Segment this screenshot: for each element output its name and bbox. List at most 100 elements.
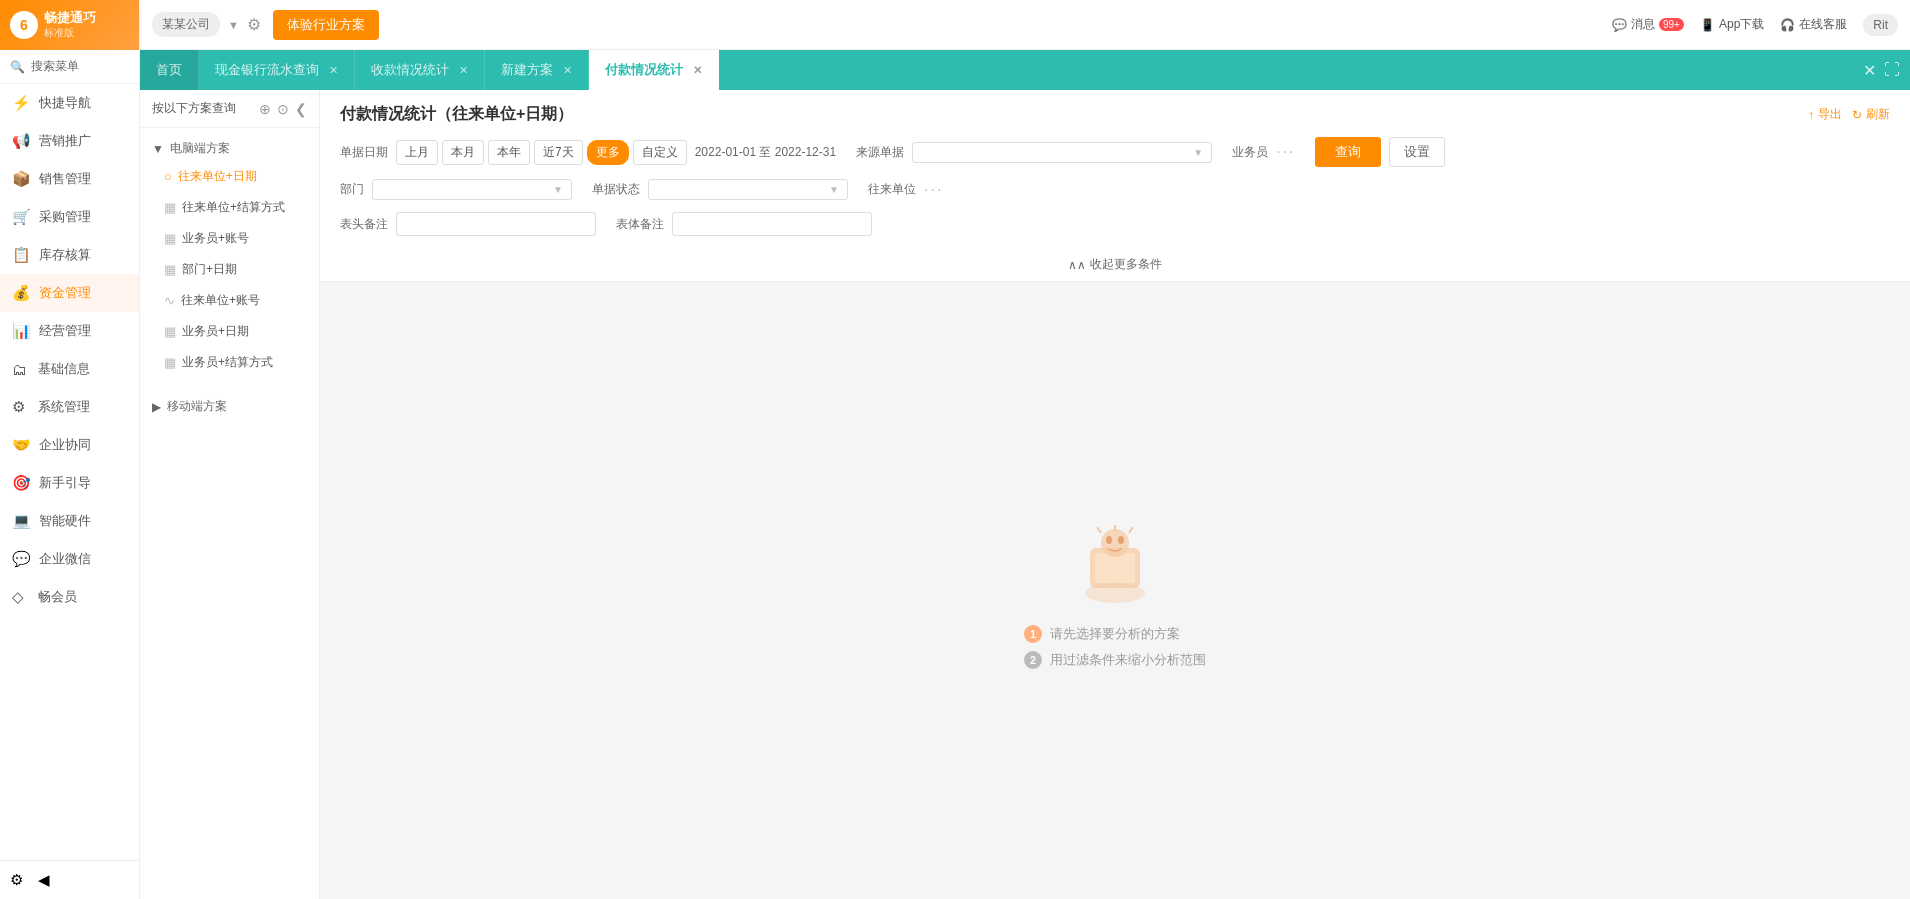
scheme-item-0-3[interactable]: ▦部门+日期: [140, 254, 319, 285]
sidebar-item-marketing[interactable]: 📢营销推广: [0, 122, 139, 160]
export-button[interactable]: ↑ 导出: [1808, 106, 1842, 123]
maximize-icon[interactable]: ⛶: [1884, 61, 1900, 79]
collapse-bar[interactable]: ∧∧ 收起更多条件: [340, 248, 1890, 281]
sidebar-item-member[interactable]: ◇畅会员: [0, 578, 139, 616]
topbar-dropdown-icon[interactable]: ▼: [228, 19, 239, 31]
sidebar-search[interactable]: 🔍 搜索菜单: [0, 50, 139, 84]
sidebar-icon-marketing: 📢: [12, 132, 31, 150]
sidebar-item-purchase[interactable]: 🛒采购管理: [0, 198, 139, 236]
header-note-label: 表头备注: [340, 216, 388, 233]
date-last-7-days[interactable]: 近7天: [534, 140, 583, 165]
sidebar-icon-basic-info: 🗂: [12, 361, 30, 378]
close-all-icon[interactable]: ✕: [1863, 61, 1876, 80]
topbar-app-download[interactable]: 📱 App下载: [1700, 16, 1764, 33]
svg-line-8: [1129, 527, 1133, 533]
date-more[interactable]: 更多: [587, 140, 629, 165]
sidebar-item-wechat[interactable]: 💬企业微信: [0, 540, 139, 578]
scheme-item-0-5[interactable]: ▦业务员+日期: [140, 316, 319, 347]
sidebar-item-basic-info[interactable]: 🗂 基础信息: [0, 350, 139, 388]
source-select[interactable]: ▼: [912, 142, 1212, 163]
scheme-item-icon-0-6: ▦: [164, 355, 176, 370]
tab-new-scheme[interactable]: 新建方案✕: [485, 50, 589, 90]
sidebar-footer: ⚙ ◀: [0, 860, 139, 899]
sidebar-icon-sales: 📦: [12, 170, 31, 188]
sidebar-label-operations: 经营管理: [39, 322, 91, 340]
sidebar-item-guide[interactable]: 🎯新手引导: [0, 464, 139, 502]
scheme-settings-icon[interactable]: ⊙: [277, 101, 289, 117]
scheme-item-0-6[interactable]: ▦ 业务员+结算方式: [140, 347, 319, 378]
filter-partner: 往来单位 ···: [868, 181, 943, 199]
tab-pay-stats[interactable]: 付款情况统计✕: [589, 50, 719, 90]
tab-home[interactable]: 首页: [140, 50, 199, 90]
salesman-input[interactable]: ···: [1276, 143, 1295, 161]
date-custom[interactable]: 自定义: [633, 140, 687, 165]
topbar-settings-icon[interactable]: ⚙: [247, 15, 261, 34]
scheme-collapse-icon[interactable]: ❮: [295, 101, 307, 117]
tab-close-bank-flow[interactable]: ✕: [329, 64, 338, 77]
sidebar-icon-quick-nav: ⚡: [12, 94, 31, 112]
scheme-item-icon-0-0: ○: [164, 169, 172, 184]
refresh-button[interactable]: ↻ 刷新: [1852, 106, 1890, 123]
export-icon: ↑: [1808, 108, 1814, 122]
scheme-group-title-1[interactable]: ▶移动端方案: [140, 394, 319, 419]
sidebar-item-sales[interactable]: 📦销售管理: [0, 160, 139, 198]
topbar-service[interactable]: 🎧 在线客服: [1780, 16, 1847, 33]
sidebar-logo-icon: 6: [10, 11, 38, 39]
trial-button[interactable]: 体验行业方案: [273, 10, 379, 40]
filter-row-3: 表头备注 表体备注: [340, 212, 1890, 236]
content-area: 付款情况统计（往来单位+日期） ↑ 导出 ↻ 刷新: [320, 90, 1910, 899]
filter-dept: 部门 ▼: [340, 179, 572, 200]
scheme-add-icon[interactable]: ⊕: [259, 101, 271, 117]
date-this-month[interactable]: 本月: [442, 140, 484, 165]
topbar-app-label: App下载: [1719, 16, 1764, 33]
scheme-panel: 按以下方案查询 ⊕ ⊙ ❮ ▼电脑端方案○往来单位+日期▦往来单位+结算方式▦业…: [140, 90, 320, 899]
scheme-item-icon-0-4: ∿: [164, 293, 175, 308]
sidebar-item-hardware[interactable]: 💻智能硬件: [0, 502, 139, 540]
tab-close-pay-stats[interactable]: ✕: [693, 64, 702, 77]
svg-line-6: [1097, 527, 1101, 533]
sidebar-item-capital[interactable]: 💰资金管理: [0, 274, 139, 312]
body-note-input[interactable]: [672, 212, 872, 236]
scheme-item-0-1[interactable]: ▦往来单位+结算方式: [140, 192, 319, 223]
tip-num-2: 2: [1024, 651, 1042, 669]
partner-input[interactable]: ···: [924, 181, 943, 199]
topbar-user[interactable]: Rit: [1863, 14, 1898, 36]
settings-button[interactable]: 设置: [1389, 137, 1445, 167]
filter-bar-title: 付款情况统计（往来单位+日期） ↑ 导出 ↻ 刷新: [340, 104, 1890, 125]
header-note-input[interactable]: [396, 212, 596, 236]
sidebar-icon-guide: 🎯: [12, 474, 31, 492]
settings-footer-icon[interactable]: ⚙: [10, 871, 28, 889]
scheme-item-label-0-4: 往来单位+账号: [181, 292, 260, 309]
date-this-year[interactable]: 本年: [488, 140, 530, 165]
scheme-item-0-2[interactable]: ▦业务员+账号: [140, 223, 319, 254]
search-icon: 🔍: [10, 60, 25, 74]
scheme-item-icon-0-3: ▦: [164, 262, 176, 277]
tab-bank-flow[interactable]: 现金银行流水查询✕: [199, 50, 355, 90]
sidebar-item-quick-nav[interactable]: ⚡快捷导航: [0, 84, 139, 122]
tab-close-receive-stats[interactable]: ✕: [459, 64, 468, 77]
sidebar-logo-sub: 标准版: [44, 26, 96, 40]
scheme-item-label-0-6: 业务员+结算方式: [182, 354, 273, 371]
date-last-month[interactable]: 上月: [396, 140, 438, 165]
sidebar-item-enterprise[interactable]: 🤝企业协同: [0, 426, 139, 464]
scheme-item-0-4[interactable]: ∿ 往来单位+账号: [140, 285, 319, 316]
topbar-msg-label: 消息: [1631, 16, 1655, 33]
dept-select[interactable]: ▼: [372, 179, 572, 200]
sidebar-label-member: 畅会员: [38, 588, 77, 606]
sidebar-item-inventory[interactable]: 📋库存核算: [0, 236, 139, 274]
tab-close-new-scheme[interactable]: ✕: [563, 64, 572, 77]
scheme-group-label-1: 移动端方案: [167, 398, 227, 415]
collapse-icon: ∧∧: [1068, 258, 1086, 272]
sidebar-item-operations[interactable]: 📊经营管理: [0, 312, 139, 350]
scheme-group-title-0[interactable]: ▼电脑端方案: [140, 136, 319, 161]
tab-receive-stats[interactable]: 收款情况统计✕: [355, 50, 485, 90]
topbar-messages[interactable]: 💬 消息 99+: [1612, 16, 1684, 33]
query-button[interactable]: 查询: [1315, 137, 1381, 167]
source-label: 来源单据: [856, 144, 904, 161]
sidebar-label-basic-info: 基础信息: [38, 360, 90, 378]
sidebar-item-system[interactable]: ⚙系统管理: [0, 388, 139, 426]
voucher-status-select[interactable]: ▼: [648, 179, 848, 200]
collapse-sidebar-icon[interactable]: ◀: [38, 871, 56, 889]
scheme-item-0-0[interactable]: ○往来单位+日期: [140, 161, 319, 192]
filter-voucher-status: 单据状态 ▼: [592, 179, 848, 200]
